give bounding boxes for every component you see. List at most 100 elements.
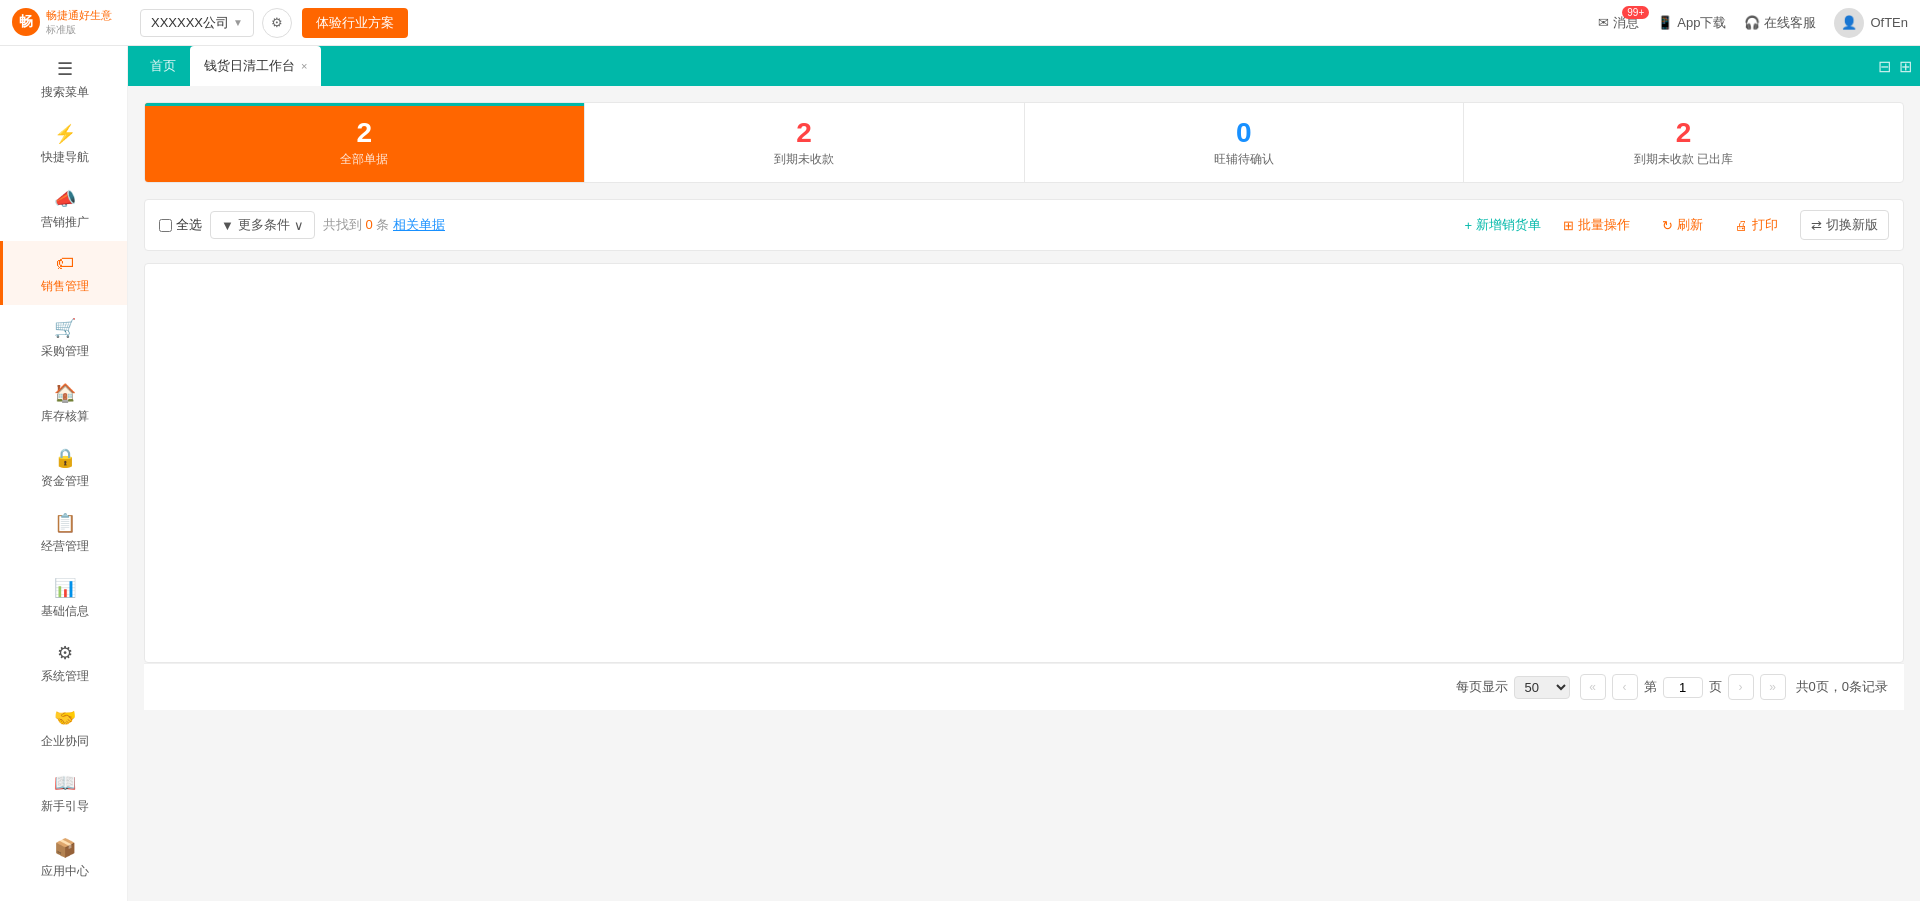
headset-icon: 🎧 bbox=[1744, 15, 1760, 30]
tab-minimize-button[interactable]: ⊟ bbox=[1878, 57, 1891, 76]
sidebar-item-search[interactable]: ☰ 搜索菜单 bbox=[0, 46, 127, 111]
stat-pending-num: 0 bbox=[1045, 117, 1444, 149]
print-button[interactable]: 🖨 打印 bbox=[1725, 211, 1788, 239]
app-download-label: App下载 bbox=[1677, 14, 1726, 32]
last-page-button[interactable]: » bbox=[1760, 674, 1786, 700]
tab-close-icon[interactable]: × bbox=[301, 60, 307, 72]
sidebar-item-basic[interactable]: 📊 基础信息 bbox=[0, 565, 127, 630]
top-header: 畅 畅捷通好生意 标准版 XXXXXX公司 ▼ ⚙ 体验行业方案 ✉ 消息 99… bbox=[0, 0, 1920, 46]
sidebar-item-finance[interactable]: 🔒 资金管理 bbox=[0, 435, 127, 500]
total-info: 共0页，0条记录 bbox=[1796, 678, 1888, 696]
switch-icon: ⇄ bbox=[1811, 218, 1822, 233]
found-count: 0 bbox=[366, 217, 373, 232]
messages-item[interactable]: ✉ 消息 99+ bbox=[1598, 14, 1639, 32]
active-indicator bbox=[145, 103, 584, 106]
sidebar-item-inventory[interactable]: 🏠 库存核算 bbox=[0, 370, 127, 435]
sidebar-item-purchase[interactable]: 🛒 采购管理 bbox=[0, 305, 127, 370]
system-icon: ⚙ bbox=[57, 642, 73, 664]
finance-icon: 🔒 bbox=[54, 447, 76, 469]
message-icon: ✉ bbox=[1598, 15, 1609, 30]
print-icon: 🖨 bbox=[1735, 218, 1748, 233]
sidebar-item-marketing[interactable]: 📣 营销推广 bbox=[0, 176, 127, 241]
page-suffix: 页 bbox=[1709, 678, 1722, 696]
refresh-icon: ↻ bbox=[1662, 218, 1673, 233]
per-page-selector: 每页显示 50 100 200 bbox=[1456, 676, 1570, 699]
found-text: 共找到 0 条 相关单据 bbox=[323, 216, 445, 234]
stat-card-shipped[interactable]: 2 到期未收款 已出库 bbox=[1464, 103, 1903, 182]
sidebar-basic-label: 基础信息 bbox=[41, 603, 89, 620]
stat-overdue-num: 2 bbox=[605, 117, 1004, 149]
batch-operation-button[interactable]: ⊞ 批量操作 bbox=[1553, 211, 1640, 239]
select-all-checkbox[interactable]: 全选 bbox=[159, 216, 202, 234]
sidebar-item-quicknav[interactable]: ⚡ 快捷导航 bbox=[0, 111, 127, 176]
tab-work-station[interactable]: 钱货日清工作台 × bbox=[190, 46, 321, 86]
settings-button[interactable]: ⚙ bbox=[262, 8, 292, 38]
app-download-icon: 📱 bbox=[1657, 15, 1673, 30]
sidebar-quicknav-label: 快捷导航 bbox=[41, 149, 89, 166]
page-navigation: « ‹ 第 页 › » bbox=[1580, 674, 1786, 700]
refresh-label: 刷新 bbox=[1677, 216, 1703, 234]
print-label: 打印 bbox=[1752, 216, 1778, 234]
add-icon: + bbox=[1464, 218, 1472, 233]
sidebar-guide-label: 新手引导 bbox=[41, 798, 89, 815]
online-service-item[interactable]: 🎧 在线客服 bbox=[1744, 14, 1816, 32]
apps-icon: 📦 bbox=[54, 837, 76, 859]
tab-home[interactable]: 首页 bbox=[136, 46, 190, 86]
online-service-label: 在线客服 bbox=[1764, 14, 1816, 32]
sidebar-item-wechat[interactable]: 💬 企业微信 bbox=[0, 890, 127, 901]
company-selector[interactable]: XXXXXX公司 ▼ bbox=[140, 9, 254, 37]
prev-page-button[interactable]: ‹ bbox=[1612, 674, 1638, 700]
trial-button[interactable]: 体验行业方案 bbox=[302, 8, 408, 38]
header-right: ✉ 消息 99+ 📱 App下载 🎧 在线客服 👤 OfTEn bbox=[1598, 8, 1908, 38]
more-filter-label: 更多条件 bbox=[238, 216, 290, 234]
sidebar-item-collab[interactable]: 🤝 企业协同 bbox=[0, 695, 127, 760]
tab-maximize-button[interactable]: ⊞ bbox=[1899, 57, 1912, 76]
sidebar-marketing-label: 营销推广 bbox=[41, 214, 89, 231]
page-content: 2 全部单据 2 到期未收款 0 旺辅待确认 2 到期未收款 已出库 全选 bbox=[128, 86, 1920, 901]
basic-icon: 📊 bbox=[54, 577, 76, 599]
refresh-button[interactable]: ↻ 刷新 bbox=[1652, 211, 1713, 239]
add-order-button[interactable]: + 新增销货单 bbox=[1464, 211, 1541, 239]
user-avatar-area[interactable]: 👤 OfTEn bbox=[1834, 8, 1908, 38]
per-page-select[interactable]: 50 100 200 bbox=[1514, 676, 1570, 699]
page-label: 第 bbox=[1644, 678, 1657, 696]
inventory-icon: 🏠 bbox=[54, 382, 76, 404]
sidebar-item-sales[interactable]: 🏷 销售管理 bbox=[0, 241, 127, 305]
filter-icon: ▼ bbox=[221, 218, 234, 233]
toolbar-right: + 新增销货单 ⊞ 批量操作 ↻ 刷新 🖨 打印 ⇄ 切换新版 bbox=[1464, 210, 1889, 240]
first-page-button[interactable]: « bbox=[1580, 674, 1606, 700]
logo-text: 畅捷通好生意 bbox=[46, 8, 112, 22]
stat-shipped-label: 到期未收款 已出库 bbox=[1484, 151, 1883, 168]
messages-badge: 99+ bbox=[1622, 6, 1649, 19]
more-filter-button[interactable]: ▼ 更多条件 ∨ bbox=[210, 211, 315, 239]
sidebar-item-apps[interactable]: 📦 应用中心 bbox=[0, 825, 127, 890]
guide-icon: 📖 bbox=[54, 772, 76, 794]
stat-card-overdue[interactable]: 2 到期未收款 bbox=[585, 103, 1025, 182]
switch-version-button[interactable]: ⇄ 切换新版 bbox=[1800, 210, 1889, 240]
add-order-label: 新增销货单 bbox=[1476, 216, 1541, 234]
toolbar-left: 全选 ▼ 更多条件 ∨ 共找到 0 条 相关单据 bbox=[159, 211, 1454, 239]
sidebar-search-label: 搜索菜单 bbox=[41, 84, 89, 101]
next-page-button[interactable]: › bbox=[1728, 674, 1754, 700]
app-download-item[interactable]: 📱 App下载 bbox=[1657, 14, 1726, 32]
sidebar-inventory-label: 库存核算 bbox=[41, 408, 89, 425]
stats-row: 2 全部单据 2 到期未收款 0 旺辅待确认 2 到期未收款 已出库 bbox=[144, 102, 1904, 183]
sidebar-system-label: 系统管理 bbox=[41, 668, 89, 685]
related-orders-link[interactable]: 相关单据 bbox=[393, 217, 445, 232]
sidebar-item-system[interactable]: ⚙ 系统管理 bbox=[0, 630, 127, 695]
marketing-icon: 📣 bbox=[54, 188, 76, 210]
pagination-bar: 每页显示 50 100 200 « ‹ 第 页 › » 共0页，0条记录 bbox=[144, 663, 1904, 710]
select-all-label: 全选 bbox=[176, 216, 202, 234]
page-number-input[interactable] bbox=[1663, 677, 1703, 698]
sidebar-sales-label: 销售管理 bbox=[41, 278, 89, 295]
select-all-input[interactable] bbox=[159, 219, 172, 232]
filter-chevron: ∨ bbox=[294, 218, 304, 233]
sidebar-item-operation[interactable]: 📋 经营管理 bbox=[0, 500, 127, 565]
tab-spacer: ⊟ ⊞ bbox=[1878, 57, 1912, 76]
sidebar-item-guide[interactable]: 📖 新手引导 bbox=[0, 760, 127, 825]
stat-pending-label: 旺辅待确认 bbox=[1045, 151, 1444, 168]
stat-overdue-label: 到期未收款 bbox=[605, 151, 1004, 168]
stat-card-pending[interactable]: 0 旺辅待确认 bbox=[1025, 103, 1465, 182]
stat-card-all[interactable]: 2 全部单据 bbox=[145, 103, 585, 182]
tab-bar: 首页 钱货日清工作台 × ⊟ ⊞ bbox=[128, 46, 1920, 86]
